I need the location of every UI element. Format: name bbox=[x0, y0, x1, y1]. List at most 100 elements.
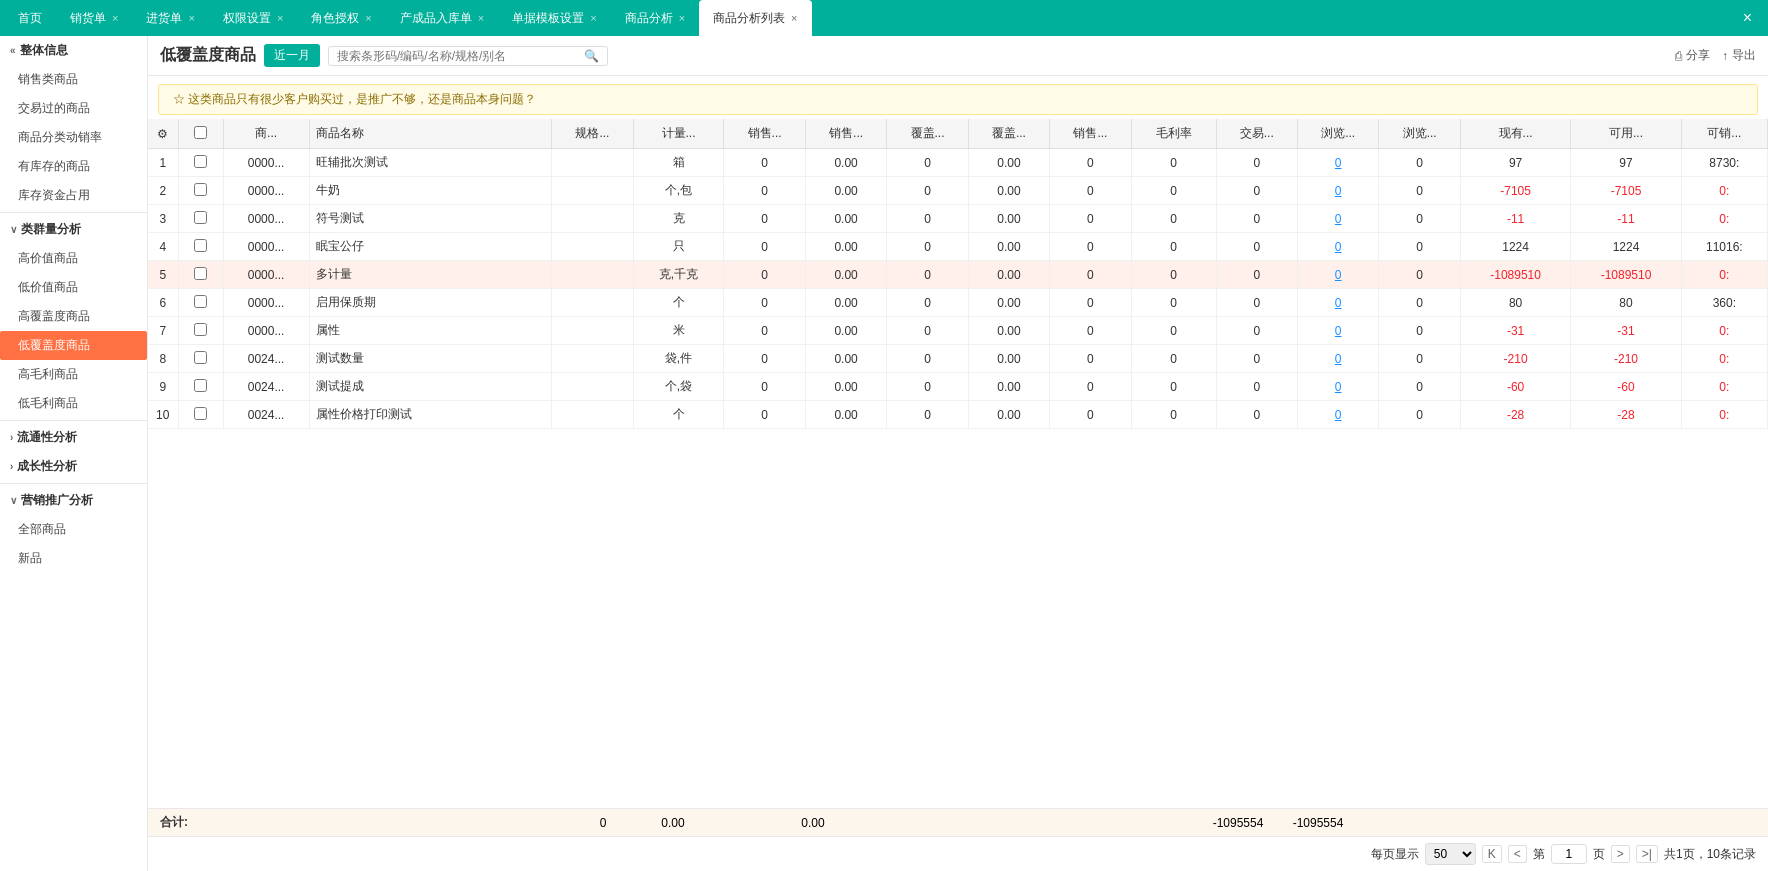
sales-qty-col-header[interactable]: 销售... bbox=[724, 119, 805, 149]
row-checkbox[interactable] bbox=[178, 261, 223, 289]
nav-tab-template[interactable]: 单据模板设置 × bbox=[498, 0, 610, 36]
spec-col-header[interactable]: 规格... bbox=[552, 119, 633, 149]
sidebar-section-overall[interactable]: « 整体信息 bbox=[0, 36, 147, 65]
row-checkbox[interactable] bbox=[178, 289, 223, 317]
close-icon[interactable]: × bbox=[188, 12, 194, 24]
row-browse1[interactable]: 0 bbox=[1297, 345, 1378, 373]
row-checkbox[interactable] bbox=[178, 177, 223, 205]
row-select-checkbox[interactable] bbox=[194, 239, 207, 252]
row-checkbox[interactable] bbox=[178, 345, 223, 373]
sidebar-item-low-coverage[interactable]: 低覆盖度商品 bbox=[0, 331, 147, 360]
prev-page-button[interactable]: < bbox=[1508, 845, 1527, 863]
row-select-checkbox[interactable] bbox=[194, 155, 207, 168]
row-select-checkbox[interactable] bbox=[194, 379, 207, 392]
close-icon[interactable]: × bbox=[590, 12, 596, 24]
saleable-col-header[interactable]: 可销... bbox=[1681, 119, 1767, 149]
sidebar-item-all-goods[interactable]: 全部商品 bbox=[0, 515, 147, 544]
row-browse1[interactable]: 0 bbox=[1297, 373, 1378, 401]
row-browse1[interactable]: 0 bbox=[1297, 177, 1378, 205]
nav-tab-purchase[interactable]: 进货单 × bbox=[132, 0, 208, 36]
sidebar-section-marketing[interactable]: ∨ 营销推广分析 bbox=[0, 486, 147, 515]
close-icon[interactable]: × bbox=[478, 12, 484, 24]
period-button[interactable]: 近一月 bbox=[264, 44, 320, 67]
close-icon[interactable]: × bbox=[112, 12, 118, 24]
row-spec bbox=[552, 205, 633, 233]
row-select-checkbox[interactable] bbox=[194, 407, 207, 420]
row-browse1[interactable]: 0 bbox=[1297, 401, 1378, 429]
code-col-header[interactable]: 商... bbox=[223, 119, 309, 149]
nav-tab-sales[interactable]: 销货单 × bbox=[56, 0, 132, 36]
row-stock: -7105 bbox=[1460, 177, 1570, 205]
sidebar-item-low-value[interactable]: 低价值商品 bbox=[0, 273, 147, 302]
sidebar-item-sales-goods[interactable]: 销售类商品 bbox=[0, 65, 147, 94]
row-checkbox[interactable] bbox=[178, 233, 223, 261]
nav-tab-produce[interactable]: 产成品入库单 × bbox=[386, 0, 498, 36]
sidebar-item-category-rate[interactable]: 商品分类动销率 bbox=[0, 123, 147, 152]
browse1-col-header[interactable]: 浏览... bbox=[1297, 119, 1378, 149]
stock-col-header[interactable]: 现有... bbox=[1460, 119, 1570, 149]
avail-col-header[interactable]: 可用... bbox=[1571, 119, 1681, 149]
per-page-select[interactable]: 50 20 100 200 bbox=[1425, 843, 1476, 865]
name-col-header[interactable]: 商品名称 bbox=[309, 119, 552, 149]
nav-tab-analysis-list[interactable]: 商品分析列表 × bbox=[699, 0, 811, 36]
close-all-button[interactable]: × bbox=[1731, 9, 1764, 27]
deal-col-header[interactable]: 交易... bbox=[1216, 119, 1297, 149]
sidebar-section-group[interactable]: ∨ 类群量分析 bbox=[0, 215, 147, 244]
sidebar-item-traded-goods[interactable]: 交易过的商品 bbox=[0, 94, 147, 123]
sidebar-item-new-goods[interactable]: 新品 bbox=[0, 544, 147, 573]
next-page-button[interactable]: > bbox=[1611, 845, 1630, 863]
cover2-col-header[interactable]: 覆盖... bbox=[968, 119, 1049, 149]
sidebar-item-low-margin[interactable]: 低毛利商品 bbox=[0, 389, 147, 418]
sidebar-item-high-value[interactable]: 高价值商品 bbox=[0, 244, 147, 273]
nav-tab-home[interactable]: 首页 bbox=[4, 0, 56, 36]
row-number: 3 bbox=[148, 205, 178, 233]
export-button[interactable]: ↑ 导出 bbox=[1722, 47, 1756, 64]
row-checkbox[interactable] bbox=[178, 401, 223, 429]
row-select-checkbox[interactable] bbox=[194, 211, 207, 224]
search-input[interactable] bbox=[337, 49, 584, 63]
close-icon[interactable]: × bbox=[277, 12, 283, 24]
sales3-col-header[interactable]: 销售... bbox=[1050, 119, 1131, 149]
sales-amt-col-header[interactable]: 销售... bbox=[805, 119, 886, 149]
row-sales3: 0 bbox=[1050, 345, 1131, 373]
sidebar-section-flow[interactable]: › 流通性分析 bbox=[0, 423, 147, 452]
cover1-col-header[interactable]: 覆盖... bbox=[887, 119, 968, 149]
checkbox-col-header[interactable] bbox=[178, 119, 223, 149]
row-checkbox[interactable] bbox=[178, 149, 223, 177]
row-browse1[interactable]: 0 bbox=[1297, 233, 1378, 261]
close-icon[interactable]: × bbox=[679, 12, 685, 24]
close-icon[interactable]: × bbox=[365, 12, 371, 24]
nav-tab-analysis[interactable]: 商品分析 × bbox=[611, 0, 699, 36]
row-select-checkbox[interactable] bbox=[194, 295, 207, 308]
browse2-col-header[interactable]: 浏览... bbox=[1379, 119, 1460, 149]
sidebar-item-high-margin[interactable]: 高毛利商品 bbox=[0, 360, 147, 389]
sidebar-item-high-coverage[interactable]: 高覆盖度商品 bbox=[0, 302, 147, 331]
margin-col-header[interactable]: 毛利率 bbox=[1131, 119, 1216, 149]
row-browse1[interactable]: 0 bbox=[1297, 261, 1378, 289]
sidebar-item-stocked-goods[interactable]: 有库存的商品 bbox=[0, 152, 147, 181]
settings-col-header[interactable]: ⚙ bbox=[148, 119, 178, 149]
nav-tab-role[interactable]: 角色授权 × bbox=[297, 0, 385, 36]
row-checkbox[interactable] bbox=[178, 317, 223, 345]
row-select-checkbox[interactable] bbox=[194, 351, 207, 364]
row-browse1[interactable]: 0 bbox=[1297, 149, 1378, 177]
sidebar-section-growth[interactable]: › 成长性分析 bbox=[0, 452, 147, 481]
sidebar-item-stock-capital[interactable]: 库存资金占用 bbox=[0, 181, 147, 210]
select-all-checkbox[interactable] bbox=[194, 126, 207, 139]
row-select-checkbox[interactable] bbox=[194, 267, 207, 280]
row-select-checkbox[interactable] bbox=[194, 183, 207, 196]
close-icon[interactable]: × bbox=[791, 12, 797, 24]
row-checkbox[interactable] bbox=[178, 205, 223, 233]
row-browse1[interactable]: 0 bbox=[1297, 289, 1378, 317]
search-icon[interactable]: 🔍 bbox=[584, 49, 599, 63]
row-select-checkbox[interactable] bbox=[194, 323, 207, 336]
row-checkbox[interactable] bbox=[178, 373, 223, 401]
page-input[interactable] bbox=[1551, 844, 1587, 864]
row-browse1[interactable]: 0 bbox=[1297, 317, 1378, 345]
nav-tab-permission[interactable]: 权限设置 × bbox=[209, 0, 297, 36]
last-page-button[interactable]: >| bbox=[1636, 845, 1658, 863]
unit-col-header[interactable]: 计量... bbox=[633, 119, 724, 149]
row-browse1[interactable]: 0 bbox=[1297, 205, 1378, 233]
share-button[interactable]: ⎙ 分享 bbox=[1675, 47, 1710, 64]
first-page-button[interactable]: K bbox=[1482, 845, 1502, 863]
